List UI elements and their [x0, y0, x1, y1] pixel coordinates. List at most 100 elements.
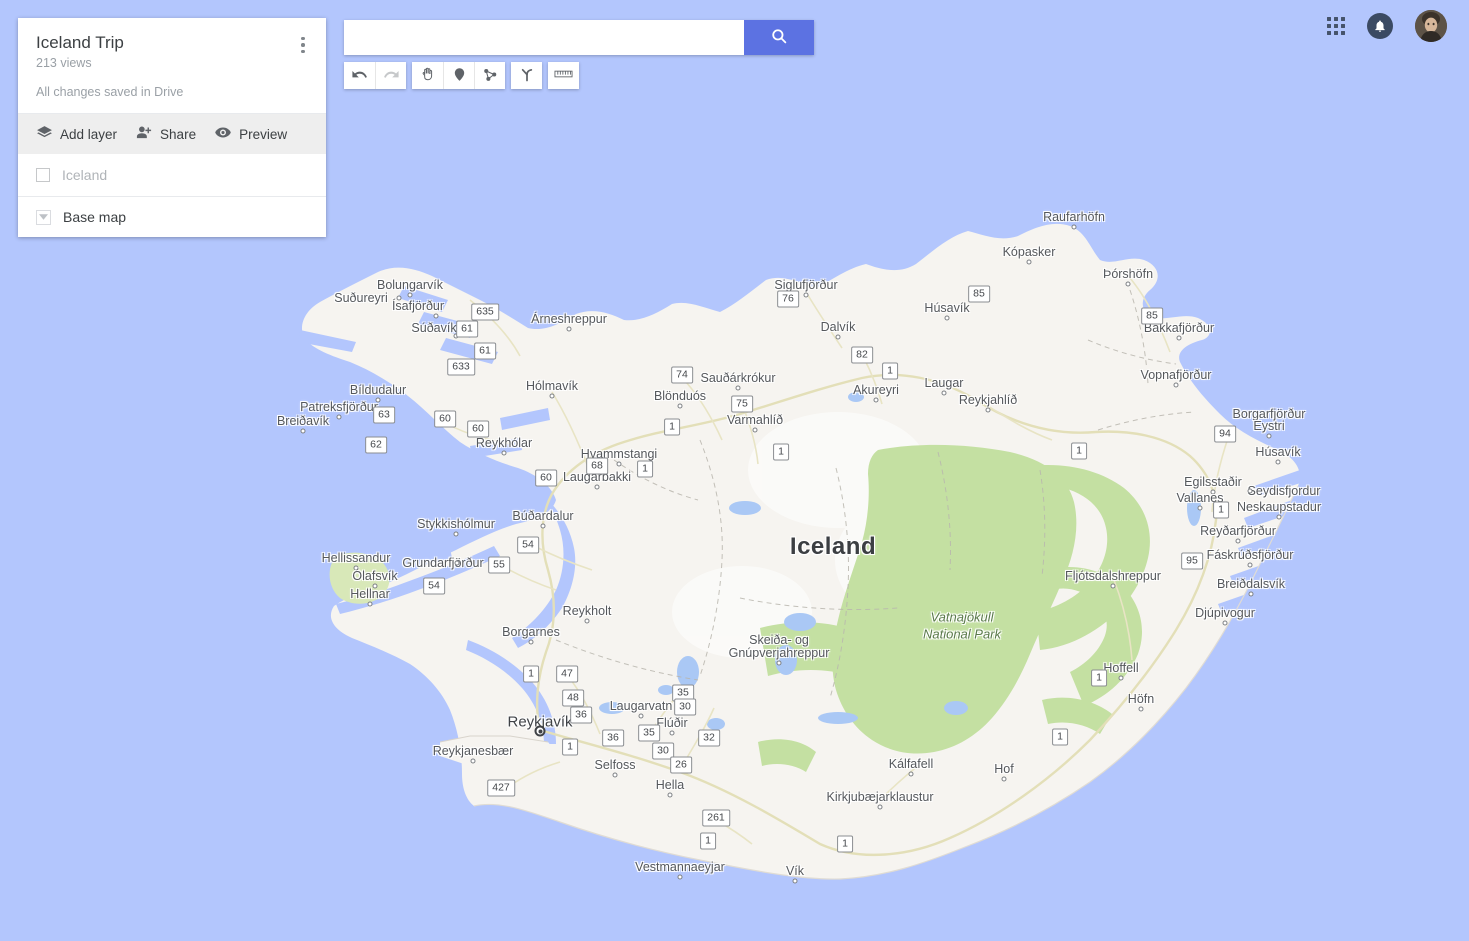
map-toolbar — [344, 62, 579, 89]
bell-icon[interactable] — [1367, 13, 1393, 39]
search-button[interactable] — [744, 20, 814, 55]
add-layer-button[interactable]: Add layer — [36, 124, 117, 144]
map-town-marker — [501, 450, 507, 456]
map-town-marker — [336, 414, 342, 420]
map-town-marker — [528, 639, 534, 645]
redo-button[interactable] — [375, 62, 406, 89]
kebab-menu-icon[interactable] — [292, 32, 314, 58]
map-town-marker — [584, 618, 590, 624]
page-title: Iceland Trip — [36, 33, 124, 52]
map-town-marker — [1275, 459, 1281, 465]
map-town-marker — [776, 660, 782, 666]
directions-icon — [519, 66, 535, 86]
map-pin-icon — [452, 66, 467, 86]
add-layer-label: Add layer — [60, 126, 118, 142]
map-town-marker — [1118, 675, 1124, 681]
map-town-marker — [566, 326, 572, 332]
map-town-marker — [454, 560, 460, 566]
map-town-marker — [873, 397, 879, 403]
layer-name-label: Iceland — [62, 167, 108, 183]
map-town-marker — [367, 601, 373, 607]
top-right-toolbar — [1327, 10, 1447, 42]
user-avatar[interactable] — [1415, 10, 1447, 42]
map-town-marker — [300, 428, 306, 434]
map-town-marker — [1210, 489, 1216, 495]
map-town-marker — [453, 531, 459, 537]
add-marker-button[interactable] — [443, 62, 474, 89]
share-label: Share — [160, 126, 197, 142]
layer-item-iceland[interactable]: Iceland — [18, 154, 326, 197]
preview-label: Preview — [239, 126, 288, 142]
search-bar — [344, 20, 814, 55]
search-input[interactable] — [344, 20, 744, 55]
directions-tool-group — [511, 62, 542, 89]
search-icon — [770, 27, 788, 48]
map-town-marker — [1222, 620, 1228, 626]
map-town-marker — [1197, 505, 1203, 511]
panel-header: Iceland Trip 213 views All changes saved… — [18, 18, 326, 113]
map-town-marker — [941, 390, 947, 396]
polyline-icon — [482, 66, 499, 86]
map-town-marker — [877, 804, 883, 810]
map-town-marker — [594, 484, 600, 490]
apps-grid-icon[interactable] — [1327, 17, 1345, 35]
map-town-marker — [835, 334, 841, 340]
eye-icon — [214, 124, 232, 144]
map-town-marker — [1110, 583, 1116, 589]
map-town-marker — [353, 565, 359, 571]
map-town-marker — [1276, 514, 1282, 520]
map-town-marker — [735, 385, 741, 391]
map-town-marker — [453, 333, 459, 339]
map-capital-marker — [534, 725, 546, 737]
person-add-icon — [135, 124, 153, 144]
map-town-marker — [540, 523, 546, 529]
view-count: 213 views — [36, 56, 92, 70]
map-town-marker — [1071, 224, 1077, 230]
map-town-marker — [1235, 538, 1241, 544]
map-town-marker — [638, 713, 644, 719]
share-button[interactable]: Share — [135, 124, 196, 144]
map-town-marker — [803, 292, 809, 298]
map-town-marker — [667, 792, 673, 798]
measure-button[interactable] — [548, 62, 579, 89]
map-town-marker — [407, 292, 413, 298]
map-town-marker — [1176, 335, 1182, 341]
save-status: All changes saved in Drive — [36, 85, 184, 99]
map-town-marker — [612, 772, 618, 778]
map-town-marker — [549, 393, 555, 399]
map-town-marker — [433, 313, 439, 319]
map-town-marker — [1125, 281, 1131, 287]
map-town-marker — [752, 427, 758, 433]
layers-icon — [36, 124, 53, 144]
map-town-marker — [792, 878, 798, 884]
map-town-marker — [1138, 706, 1144, 712]
map-town-marker — [669, 730, 675, 736]
directions-button[interactable] — [511, 62, 542, 89]
map-town-marker — [396, 295, 402, 301]
basemap-row[interactable]: Base map — [18, 197, 326, 237]
map-town-marker — [616, 461, 622, 467]
map-town-marker — [470, 758, 476, 764]
layer-visibility-checkbox[interactable] — [36, 168, 50, 182]
map-town-marker — [677, 874, 683, 880]
select-pan-button[interactable] — [412, 62, 443, 89]
my-maps-app: Iceland Vatnajökull National Park Bolungarv… — [0, 0, 1469, 941]
map-town-marker — [908, 771, 914, 777]
history-tool-group — [344, 62, 406, 89]
map-town-marker — [944, 315, 950, 321]
map-town-marker — [1247, 562, 1253, 568]
preview-button[interactable]: Preview — [214, 124, 287, 144]
redo-icon — [383, 66, 400, 86]
undo-icon — [351, 66, 368, 86]
map-town-marker — [1026, 259, 1032, 265]
map-legend-panel: Iceland Trip 213 views All changes saved… — [18, 18, 326, 237]
panel-actions: Add layer Share Preview — [18, 113, 326, 154]
undo-button[interactable] — [344, 62, 375, 89]
map-town-marker — [1247, 488, 1253, 494]
draw-line-button[interactable] — [474, 62, 505, 89]
chevron-down-icon[interactable] — [36, 209, 51, 225]
map-town-marker — [1266, 433, 1272, 439]
map-town-marker — [375, 397, 381, 403]
ruler-icon — [554, 68, 573, 83]
map-town-marker — [372, 583, 378, 589]
